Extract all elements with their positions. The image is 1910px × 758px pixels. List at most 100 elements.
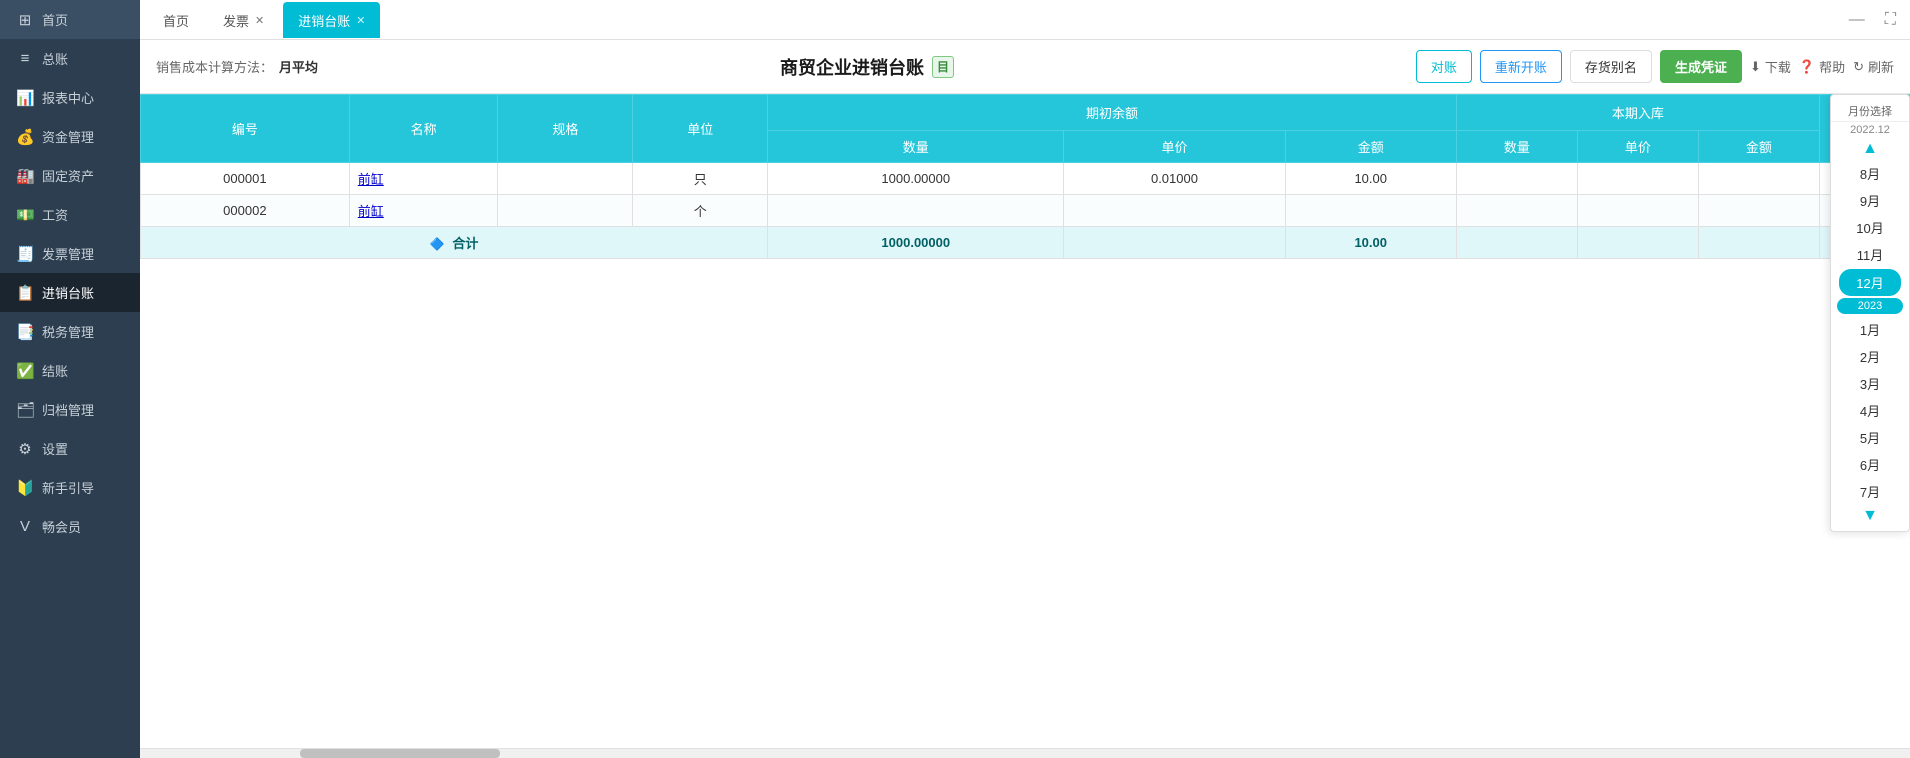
total-inbound-amount (1698, 227, 1819, 259)
sidebar-item-settlement[interactable]: ✅ 结账 (0, 351, 140, 390)
tab-inventory[interactable]: 进销台账 ✕ (283, 2, 380, 38)
month-11[interactable]: 11月 (1831, 241, 1909, 268)
col-code: 编号 (141, 95, 350, 163)
archive-icon: 🗂 (16, 401, 34, 419)
row2-name: 前缸 (349, 195, 498, 227)
bottom-scrollbar[interactable] (140, 748, 1910, 758)
row2-spec (498, 195, 633, 227)
col-opening-price: 单价 (1064, 131, 1285, 163)
tab-bar: 首页 发票 ✕ 进销台账 ✕ — ⛶ (140, 0, 1910, 40)
total-opening-amount: 10.00 (1285, 227, 1456, 259)
month-8[interactable]: 8月 (1831, 160, 1909, 187)
sidebar-item-reports[interactable]: 📊 报表中心 (0, 78, 140, 117)
inventory-table: 编号 名称 规格 单位 期初余额 本期入库 数 数量 单价 金额 数 (140, 94, 1910, 259)
row2-inbound-price (1577, 195, 1698, 227)
maximize-button[interactable]: ⛶ (1879, 9, 1902, 31)
sidebar-item-vip[interactable]: V 畅会员 (0, 507, 140, 546)
sidebar-item-archive[interactable]: 🗂 归档管理 (0, 390, 140, 429)
tab-invoice-close[interactable]: ✕ (255, 14, 264, 27)
sidebar-item-label: 税务管理 (42, 322, 94, 341)
month-4[interactable]: 4月 (1831, 397, 1909, 424)
row2-opening-price (1064, 195, 1285, 227)
content-area: 销售成本计算方法： 月平均 商贸企业进销台账 目 对账 重新开账 存货别名 生成… (140, 40, 1910, 758)
generate-voucher-button[interactable]: 生成凭证 (1660, 50, 1742, 83)
main-area: 首页 发票 ✕ 进销台账 ✕ — ⛶ 销售成本计算方法： 月平均 商贸企业进销台… (140, 0, 1910, 758)
sidebar-item-payroll[interactable]: 💵 工资 (0, 195, 140, 234)
col-name: 名称 (349, 95, 498, 163)
month-up-btn[interactable]: ▲ (1831, 138, 1909, 160)
reopen-button[interactable]: 重新开账 (1480, 50, 1562, 83)
month-5[interactable]: 5月 (1831, 424, 1909, 451)
month-2[interactable]: 2月 (1831, 343, 1909, 370)
sidebar-item-label: 发票管理 (42, 244, 94, 263)
page-title: 商贸企业进销台账 目 (318, 54, 1416, 80)
table-row[interactable]: 000001 前缸 只 1000.00000 0.01000 10.00 (141, 163, 1910, 195)
month-7[interactable]: 7月 (1831, 478, 1909, 505)
month-6[interactable]: 6月 (1831, 451, 1909, 478)
tab-inventory-label: 进销台账 (298, 11, 350, 30)
tab-home[interactable]: 首页 (148, 2, 204, 38)
sidebar-item-fixed-assets[interactable]: 🏭 固定资产 (0, 156, 140, 195)
reports-icon: 📊 (16, 89, 34, 107)
save-alias-button[interactable]: 存货别名 (1570, 50, 1652, 83)
col-opening-qty: 数量 (768, 131, 1064, 163)
sidebar-item-label: 首页 (42, 10, 68, 29)
total-opening-qty: 1000.00000 (768, 227, 1064, 259)
sidebar-item-label: 报表中心 (42, 88, 94, 107)
sidebar-item-label: 归档管理 (42, 400, 94, 419)
home-icon: ⊞ (16, 11, 34, 29)
col-inbound-price: 单价 (1577, 131, 1698, 163)
total-icon: 🔷 (430, 237, 445, 251)
table-row[interactable]: 000002 前缸 个 (141, 195, 1910, 227)
guide-icon: 🔰 (16, 479, 34, 497)
total-label: 🔷 合计 (141, 227, 768, 259)
sidebar-item-guide[interactable]: 🔰 新手引导 (0, 468, 140, 507)
minimize-button[interactable]: — (1843, 9, 1871, 31)
sidebar-item-settings[interactable]: ⚙ 设置 (0, 429, 140, 468)
month-1[interactable]: 1月 (1831, 316, 1909, 343)
month-9[interactable]: 9月 (1831, 187, 1909, 214)
row1-inbound-price (1577, 163, 1698, 195)
row1-name: 前缸 (349, 163, 498, 195)
cost-method-value: 月平均 (279, 57, 318, 76)
refresh-button[interactable]: ↻ 刷新 (1853, 57, 1894, 76)
sidebar-item-label: 畅会员 (42, 517, 81, 536)
settings-icon: ⚙ (16, 440, 34, 458)
sidebar-item-home[interactable]: ⊞ 首页 (0, 0, 140, 39)
sidebar-item-general-ledger[interactable]: ≡ 总账 (0, 39, 140, 78)
help-button[interactable]: ❓ 帮助 (1799, 57, 1845, 76)
row1-inbound-qty (1456, 163, 1577, 195)
sidebar-item-invoice-mgmt[interactable]: 🧾 发票管理 (0, 234, 140, 273)
month-down-btn[interactable]: ▼ (1831, 505, 1909, 527)
sidebar-item-funds[interactable]: 💰 资金管理 (0, 117, 140, 156)
month-12-active[interactable]: 12月 (1839, 269, 1901, 296)
row2-unit: 个 (633, 195, 768, 227)
row1-opening-amount: 10.00 (1285, 163, 1456, 195)
row1-inbound-amount (1698, 163, 1819, 195)
sidebar: ⊞ 首页 ≡ 总账 📊 报表中心 💰 资金管理 🏭 固定资产 💵 工资 🧾 发票… (0, 0, 140, 758)
payroll-icon: 💵 (16, 206, 34, 224)
sidebar-item-tax[interactable]: 📑 税务管理 (0, 312, 140, 351)
month-10[interactable]: 10月 (1831, 214, 1909, 241)
month-3[interactable]: 3月 (1831, 370, 1909, 397)
inventory-icon: 📋 (16, 284, 34, 302)
col-opening-balance: 期初余额 (768, 95, 1457, 131)
tab-inventory-close[interactable]: ✕ (356, 14, 365, 27)
page-title-text: 商贸企业进销台账 (780, 54, 924, 80)
toolbar-row: 销售成本计算方法： 月平均 商贸企业进销台账 目 对账 重新开账 存货别名 生成… (140, 40, 1910, 94)
tab-invoice[interactable]: 发票 ✕ (208, 2, 279, 38)
download-icon: ⬇ (1750, 59, 1761, 75)
sidebar-item-label: 新手引导 (42, 478, 94, 497)
row2-opening-qty (768, 195, 1064, 227)
tax-icon: 📑 (16, 323, 34, 341)
download-button[interactable]: ⬇ 下载 (1750, 57, 1791, 76)
sidebar-item-label: 固定资产 (42, 166, 94, 185)
ledger-icon: ≡ (16, 50, 34, 67)
sidebar-item-inventory[interactable]: 📋 进销台账 (0, 273, 140, 312)
tab-invoice-label: 发票 (223, 11, 249, 30)
reconcile-button[interactable]: 对账 (1416, 50, 1472, 83)
year-2022-label: 2022.12 (1831, 122, 1909, 138)
col-opening-amount: 金额 (1285, 131, 1456, 163)
title-info-icon[interactable]: 目 (932, 56, 954, 78)
help-icon: ❓ (1799, 59, 1815, 75)
